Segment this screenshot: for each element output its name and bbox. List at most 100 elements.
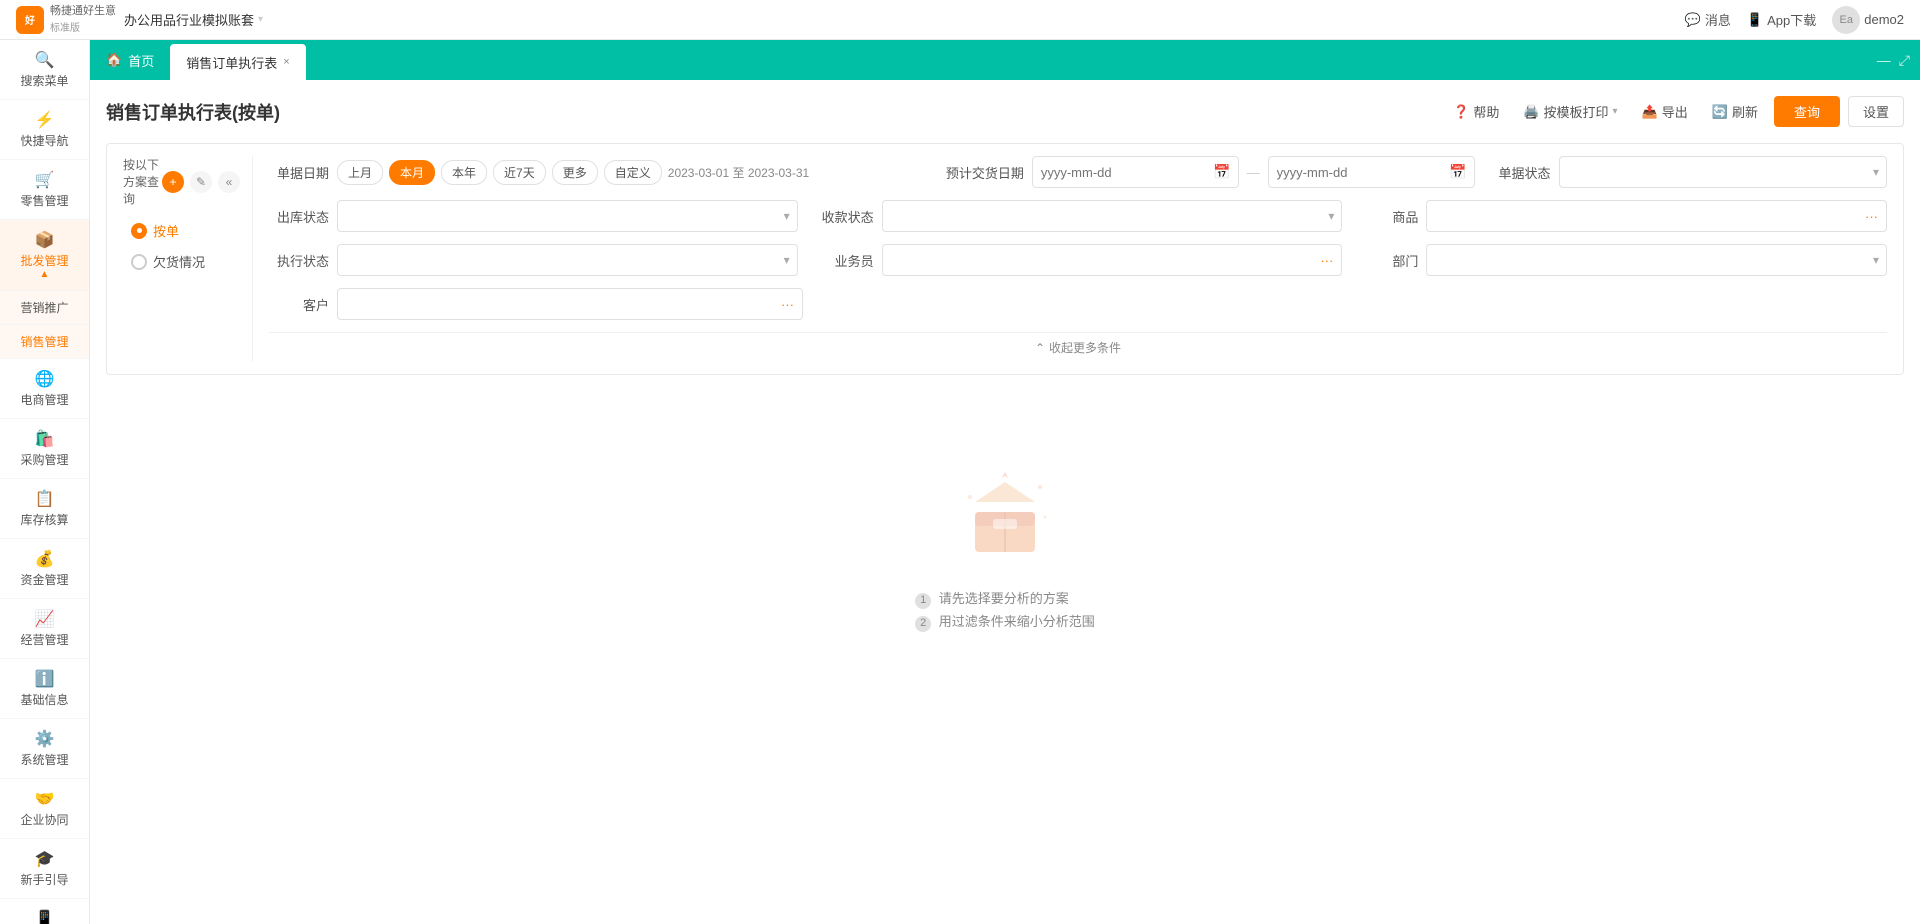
filter-field-product: 商品 ··· <box>1358 200 1887 232</box>
inventory-icon: 📋 <box>4 489 85 509</box>
sidebar-item-quick-nav[interactable]: ⚡ 快捷导航 <box>0 100 89 160</box>
start-date-wrap: 📅 <box>1032 156 1239 188</box>
salesman-label: 业务员 <box>814 251 874 270</box>
status-label: 单据状态 <box>1491 163 1551 182</box>
sidebar-item-enterprise-collab[interactable]: 🤝 企业协同 <box>0 779 89 839</box>
sidebar-item-retail[interactable]: 🛒 零售管理 <box>0 160 89 220</box>
breadcrumb[interactable]: 办公用品行业模拟账套 ▾ <box>124 10 263 29</box>
filter-field-expected-date: 预计交货日期 📅 — <box>946 156 1475 188</box>
empty-state: 1 请先选择要分析的方案 2 用过滤条件来缩小分析范围 <box>106 387 1904 714</box>
start-date-input[interactable] <box>1032 156 1239 188</box>
print-dropdown-icon: ▾ <box>1613 106 1618 117</box>
sidebar-item-sales[interactable]: 销售管理 <box>0 325 89 359</box>
filter-field-status: 单据状态 ▾ <box>1491 156 1888 188</box>
date-range-display: 2023-03-01 至 2023-03-31 <box>668 164 809 181</box>
refresh-button[interactable]: 🔄 刷新 <box>1704 98 1766 125</box>
collapse-more-button[interactable]: ⌃ 收起更多条件 <box>269 332 1887 362</box>
product-label: 商品 <box>1358 207 1418 226</box>
sidebar-item-app-center[interactable]: 📱 应用中心 <box>0 899 89 924</box>
exec-label: 执行状态 <box>269 251 329 270</box>
help-button[interactable]: ❓ 帮助 <box>1445 98 1507 125</box>
edit-scheme-button[interactable]: ✎ <box>190 171 212 193</box>
outstock-select-wrap: ▾ <box>337 200 798 232</box>
filter-panel: 按以下方案查询 + ✎ « <box>106 143 1904 375</box>
breadcrumb-chevron-icon: ▾ <box>258 14 263 25</box>
outstock-select[interactable] <box>337 200 798 232</box>
collapse-icon: « <box>226 175 233 189</box>
sidebar-item-system[interactable]: ⚙️ 系统管理 <box>0 719 89 779</box>
tab-minimize-icon[interactable]: — <box>1877 52 1891 68</box>
wholesale-icon: 📦 <box>4 230 85 250</box>
sidebar-item-search-menu[interactable]: 🔍 搜索菜单 <box>0 40 89 100</box>
tab-maximize-icon[interactable]: ⤢ <box>1899 52 1910 69</box>
product-more-icon[interactable]: ··· <box>1865 209 1878 224</box>
retail-icon: 🛒 <box>4 170 85 190</box>
app-icon: 📱 <box>1747 12 1763 28</box>
collection-select[interactable] <box>882 200 1343 232</box>
app-download-button[interactable]: 📱 App下载 <box>1747 10 1816 29</box>
tab-active-label: 销售订单执行表 <box>186 53 277 72</box>
add-scheme-button[interactable]: + <box>162 171 184 193</box>
setting-button[interactable]: 设置 <box>1848 96 1904 127</box>
tag-7days[interactable]: 近7天 <box>493 160 546 185</box>
print-button[interactable]: 🖨️ 按模板打印 ▾ <box>1515 98 1625 125</box>
status-select[interactable] <box>1559 156 1888 188</box>
sidebar-label-basic-info: 基础信息 <box>4 691 85 708</box>
radio-by-order <box>131 223 147 239</box>
sidebar-item-wholesale[interactable]: 📦 批发管理 ▲ <box>0 220 89 291</box>
tag-this-year[interactable]: 本年 <box>441 160 487 185</box>
dept-select[interactable] <box>1426 244 1887 276</box>
username-label: demo2 <box>1864 12 1904 27</box>
tab-sales-order-exec[interactable]: 销售订单执行表 × <box>170 44 305 80</box>
logo-text-area: 畅捷通好生意 标准版 <box>50 5 116 33</box>
customer-more-icon[interactable]: ··· <box>781 297 794 312</box>
tab-close-icon[interactable]: × <box>283 56 289 68</box>
end-date-input[interactable] <box>1268 156 1475 188</box>
exec-select[interactable] <box>337 244 798 276</box>
customer-input-wrap: ··· <box>337 288 803 320</box>
top-bar-left: 好 畅捷通好生意 标准版 办公用品行业模拟账套 ▾ <box>16 5 263 33</box>
collapse-sidebar-button[interactable]: « <box>218 171 240 193</box>
filter-option-by-order[interactable]: 按单 <box>123 215 240 246</box>
scheme-title: 按以下方案查询 <box>123 156 162 207</box>
content-area: 🏠 首页 销售订单执行表 × — ⤢ 销售订单执行表(按单) ❓ <box>90 40 1920 924</box>
sidebar-item-ecommerce[interactable]: 🌐 电商管理 <box>0 359 89 419</box>
user-menu-button[interactable]: Ea demo2 <box>1832 6 1904 34</box>
message-label: 消息 <box>1705 10 1731 29</box>
tag-last-month[interactable]: 上月 <box>337 160 383 185</box>
filter-sidebar-actions: + ✎ « <box>162 171 240 193</box>
add-icon: + <box>169 175 176 189</box>
sidebar-item-purchase[interactable]: 🛍️ 采购管理 <box>0 419 89 479</box>
sidebar-item-operations[interactable]: 📈 经营管理 <box>0 599 89 659</box>
sidebar-label-finance: 资金管理 <box>4 571 85 588</box>
help-icon: ❓ <box>1453 104 1469 120</box>
collection-label: 收款状态 <box>814 207 874 226</box>
tag-this-month[interactable]: 本月 <box>389 160 435 185</box>
sidebar-label-new-guide: 新手引导 <box>4 871 85 888</box>
top-bar-right: 💬 消息 📱 App下载 Ea demo2 <box>1685 6 1904 34</box>
sidebar-label-ecommerce: 电商管理 <box>4 391 85 408</box>
page-content: 销售订单执行表(按单) ❓ 帮助 🖨️ 按模板打印 ▾ 📤 <box>90 80 1920 924</box>
message-icon: 💬 <box>1685 12 1701 28</box>
tag-more[interactable]: 更多 <box>552 160 598 185</box>
empty-text1: 请先选择要分析的方案 <box>939 591 1069 606</box>
tab-home[interactable]: 🏠 首页 <box>90 40 170 80</box>
sidebar-item-new-guide[interactable]: 🎓 新手引导 <box>0 839 89 899</box>
sidebar-item-marketing[interactable]: 营销推广 <box>0 291 89 325</box>
collapse-chevron-icon: ⌃ <box>1035 341 1045 355</box>
sidebar: 🔍 搜索菜单 ⚡ 快捷导航 🛒 零售管理 📦 批发管理 ▲ 营销推广 销售管理 … <box>0 40 90 924</box>
logo-text: 畅捷通好生意 <box>50 5 116 18</box>
sidebar-item-finance[interactable]: 💰 资金管理 <box>0 539 89 599</box>
tag-custom[interactable]: 自定义 <box>604 160 662 185</box>
sidebar-item-inventory[interactable]: 📋 库存核算 <box>0 479 89 539</box>
filter-option-shortage[interactable]: 欠货情况 <box>123 246 240 277</box>
export-button[interactable]: 📤 导出 <box>1634 98 1696 125</box>
sidebar-item-basic-info[interactable]: ℹ️ 基础信息 <box>0 659 89 719</box>
message-button[interactable]: 💬 消息 <box>1685 10 1731 29</box>
date-tags-row: 上月 本月 本年 近7天 更多 自定义 2023-03-01 至 2023-03… <box>337 160 930 185</box>
query-button[interactable]: 查询 <box>1774 96 1840 127</box>
filter-sidebar: 按以下方案查询 + ✎ « <box>123 156 253 362</box>
radio-shortage <box>131 254 147 270</box>
filter-field-collection: 收款状态 ▾ <box>814 200 1343 232</box>
salesman-more-icon[interactable]: ··· <box>1320 253 1333 268</box>
